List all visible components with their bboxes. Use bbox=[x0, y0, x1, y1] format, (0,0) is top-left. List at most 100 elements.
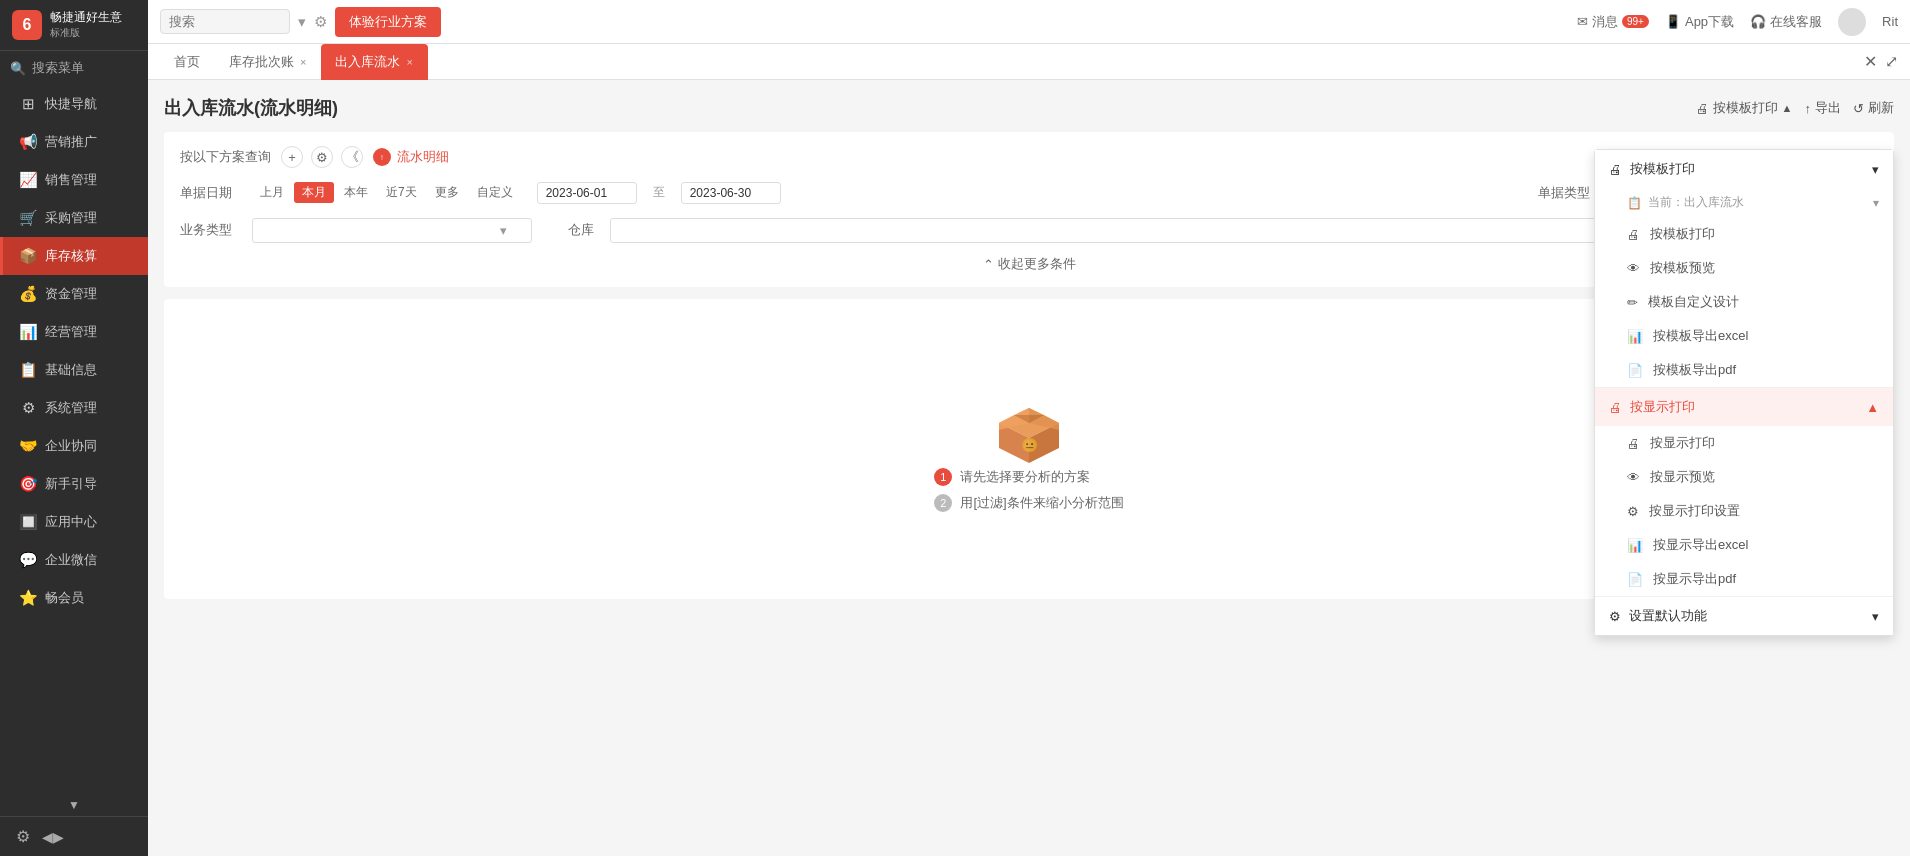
date-tabs: 上月 本月 本年 近7天 更多 自定义 bbox=[252, 182, 521, 203]
display-print-section: 🖨 按显示打印 ▲ 🖨 按显示打印 👁 按显示预览 bbox=[1595, 388, 1893, 597]
template-custom-item[interactable]: ✏ 模板自定义设计 bbox=[1595, 285, 1893, 319]
export-action[interactable]: ↑ 导出 bbox=[1805, 99, 1842, 117]
print-action[interactable]: 🖨 按模板打印 ▲ bbox=[1696, 99, 1793, 117]
sidebar-item-finance[interactable]: 💰 资金管理 bbox=[0, 275, 148, 313]
topbar-settings-icon[interactable]: ⚙ bbox=[314, 13, 327, 31]
sidebar-item-system[interactable]: ⚙ 系统管理 bbox=[0, 389, 148, 427]
sidebar-item-operations[interactable]: 📊 经营管理 bbox=[0, 313, 148, 351]
page-header: 出入库流水(流水明细) 🖨 按模板打印 ▲ ↑ 导出 ↺ 刷新 bbox=[164, 96, 1894, 120]
display-print-settings-item[interactable]: ⚙ 按显示打印设置 bbox=[1595, 494, 1893, 528]
filter-collapse-button[interactable]: 《 bbox=[341, 146, 363, 168]
svg-text:😐: 😐 bbox=[1020, 437, 1038, 454]
sidebar-item-wechat[interactable]: 💬 企业微信 bbox=[0, 541, 148, 579]
messages-item[interactable]: ✉ 消息 99+ bbox=[1577, 13, 1649, 31]
sidebar-item-guide[interactable]: 🎯 新手引导 bbox=[0, 465, 148, 503]
sidebar-item-sales[interactable]: 📈 销售管理 bbox=[0, 161, 148, 199]
export-label: 导出 bbox=[1815, 99, 1841, 117]
step1-num: 1 bbox=[934, 468, 952, 486]
topbar: ▾ ⚙ 体验行业方案 ✉ 消息 99+ 📱 App下载 🎧 在线客服 Rit bbox=[148, 0, 1910, 44]
sidebar-item-member[interactable]: ⭐ 畅会员 bbox=[0, 579, 148, 617]
guide-icon: 🎯 bbox=[19, 475, 37, 493]
display-settings-label: 按显示打印设置 bbox=[1649, 502, 1740, 520]
filter-settings-button[interactable]: ⚙ bbox=[311, 146, 333, 168]
default-chevron: ▾ bbox=[1872, 609, 1879, 624]
sidebar-item-purchase[interactable]: 🛒 采购管理 bbox=[0, 199, 148, 237]
default-section-header[interactable]: ⚙ 设置默认功能 ▾ bbox=[1595, 597, 1893, 635]
sidebar-item-basic[interactable]: 📋 基础信息 bbox=[0, 351, 148, 389]
tab-inout-flow-close[interactable]: × bbox=[406, 56, 412, 68]
operations-icon: 📊 bbox=[19, 323, 37, 341]
step2-text: 用[过滤]条件来缩小分析范围 bbox=[960, 494, 1123, 512]
sidebar-item-inventory[interactable]: 📦 库存核算 bbox=[0, 237, 148, 275]
member-icon: ⭐ bbox=[19, 589, 37, 607]
topbar-dropdown-icon[interactable]: ▾ bbox=[298, 13, 306, 31]
template-print-section-label: 按模板打印 bbox=[1630, 160, 1695, 178]
panel-expand-icon[interactable]: ⤢ bbox=[1885, 52, 1898, 71]
tabs-bar: 首页 库存批次账 × 出入库流水 × ✕ ⤢ bbox=[148, 44, 1910, 80]
business-type-select[interactable]: ▾ bbox=[252, 218, 532, 243]
settings-icon[interactable]: ⚙ bbox=[16, 827, 30, 846]
topbar-search-input[interactable] bbox=[160, 9, 290, 34]
date-tab-last-month[interactable]: 上月 bbox=[252, 182, 292, 203]
preview-icon: 👁 bbox=[1627, 261, 1640, 276]
date-to-input[interactable] bbox=[681, 182, 781, 204]
date-tab-7days[interactable]: 近7天 bbox=[378, 182, 425, 203]
logo-text: 畅捷通好生意 bbox=[50, 10, 122, 26]
current-label-chevron: ▾ bbox=[1873, 196, 1879, 210]
sidebar-search[interactable]: 🔍 搜索菜单 bbox=[0, 51, 148, 85]
date-tab-custom[interactable]: 自定义 bbox=[469, 182, 521, 203]
tab-inout-flow[interactable]: 出入库流水 × bbox=[321, 44, 427, 80]
app-download-item[interactable]: 📱 App下载 bbox=[1665, 13, 1734, 31]
panel-close-icon[interactable]: ✕ bbox=[1864, 52, 1877, 71]
template-export-pdf-item[interactable]: 📄 按模板导出pdf bbox=[1595, 353, 1893, 387]
date-from-input[interactable] bbox=[537, 182, 637, 204]
warehouse-input[interactable]: ··· bbox=[610, 218, 1736, 243]
sidebar-item-label: 快捷导航 bbox=[45, 95, 97, 113]
add-filter-button[interactable]: + bbox=[281, 146, 303, 168]
template-print-header[interactable]: 🖨 按模板打印 ▾ bbox=[1595, 150, 1893, 188]
sidebar-item-marketing[interactable]: 📢 营销推广 bbox=[0, 123, 148, 161]
messages-label: 消息 bbox=[1592, 13, 1618, 31]
sidebar-bottom: ⚙ ◀▶ bbox=[0, 816, 148, 856]
sidebar-scroll-down[interactable]: ▼ bbox=[68, 798, 80, 812]
industry-solution-button[interactable]: 体验行业方案 bbox=[335, 7, 441, 37]
user-avatar[interactable] bbox=[1838, 8, 1866, 36]
sidebar-item-label: 企业微信 bbox=[45, 551, 97, 569]
purchase-icon: 🛒 bbox=[19, 209, 37, 227]
tab-batch-account-close[interactable]: × bbox=[300, 56, 306, 68]
printer-icon: 🖨 bbox=[1696, 101, 1709, 116]
date-tab-this-month[interactable]: 本月 bbox=[294, 182, 334, 203]
sidebar-item-label: 系统管理 bbox=[45, 399, 97, 417]
refresh-label: 刷新 bbox=[1868, 99, 1894, 117]
template-current-label: 📋 当前：出入库流水 ▾ bbox=[1595, 188, 1893, 217]
display-pdf-item[interactable]: 📄 按显示导出pdf bbox=[1595, 562, 1893, 596]
sidebar-item-quick-nav[interactable]: ⊞ 快捷导航 bbox=[0, 85, 148, 123]
date-tab-this-year[interactable]: 本年 bbox=[336, 182, 376, 203]
sidebar-item-appcenter[interactable]: 🔲 应用中心 bbox=[0, 503, 148, 541]
display-print-header[interactable]: 🖨 按显示打印 ▲ bbox=[1595, 388, 1893, 426]
template-preview-item[interactable]: 👁 按模板预览 bbox=[1595, 251, 1893, 285]
main-content: ▾ ⚙ 体验行业方案 ✉ 消息 99+ 📱 App下载 🎧 在线客服 Rit bbox=[148, 0, 1910, 856]
tab-home[interactable]: 首页 bbox=[160, 44, 215, 80]
display-pdf-label: 按显示导出pdf bbox=[1653, 570, 1736, 588]
display-preview-item[interactable]: 👁 按显示预览 bbox=[1595, 460, 1893, 494]
custom-icon: ✏ bbox=[1627, 295, 1638, 310]
print-dropdown-arrow[interactable]: ▲ bbox=[1782, 102, 1793, 114]
tab-batch-account[interactable]: 库存批次账 × bbox=[215, 44, 321, 80]
page-area: 出入库流水(流水明细) 🖨 按模板打印 ▲ ↑ 导出 ↺ 刷新 bbox=[148, 80, 1910, 856]
sidebar-item-label: 营销推广 bbox=[45, 133, 97, 151]
template-print-item[interactable]: 🖨 按模板打印 bbox=[1595, 217, 1893, 251]
app-download-label: App下载 bbox=[1685, 13, 1734, 31]
customer-service-item[interactable]: 🎧 在线客服 bbox=[1750, 13, 1822, 31]
template-export-excel-item[interactable]: 📊 按模板导出excel bbox=[1595, 319, 1893, 353]
display-excel-item[interactable]: 📊 按显示导出excel bbox=[1595, 528, 1893, 562]
date-tab-more[interactable]: 更多 bbox=[427, 182, 467, 203]
refresh-action[interactable]: ↺ 刷新 bbox=[1853, 99, 1894, 117]
page-actions: 🖨 按模板打印 ▲ ↑ 导出 ↺ 刷新 bbox=[1696, 99, 1894, 117]
finance-icon: 💰 bbox=[19, 285, 37, 303]
display-print-item[interactable]: 🖨 按显示打印 bbox=[1595, 426, 1893, 460]
display-print-icon: 🖨 bbox=[1627, 436, 1640, 451]
sidebar-item-cooperation[interactable]: 🤝 企业协同 bbox=[0, 427, 148, 465]
display-printer-icon: 🖨 bbox=[1609, 400, 1622, 415]
collapse-sidebar-icon[interactable]: ◀▶ bbox=[42, 829, 64, 845]
